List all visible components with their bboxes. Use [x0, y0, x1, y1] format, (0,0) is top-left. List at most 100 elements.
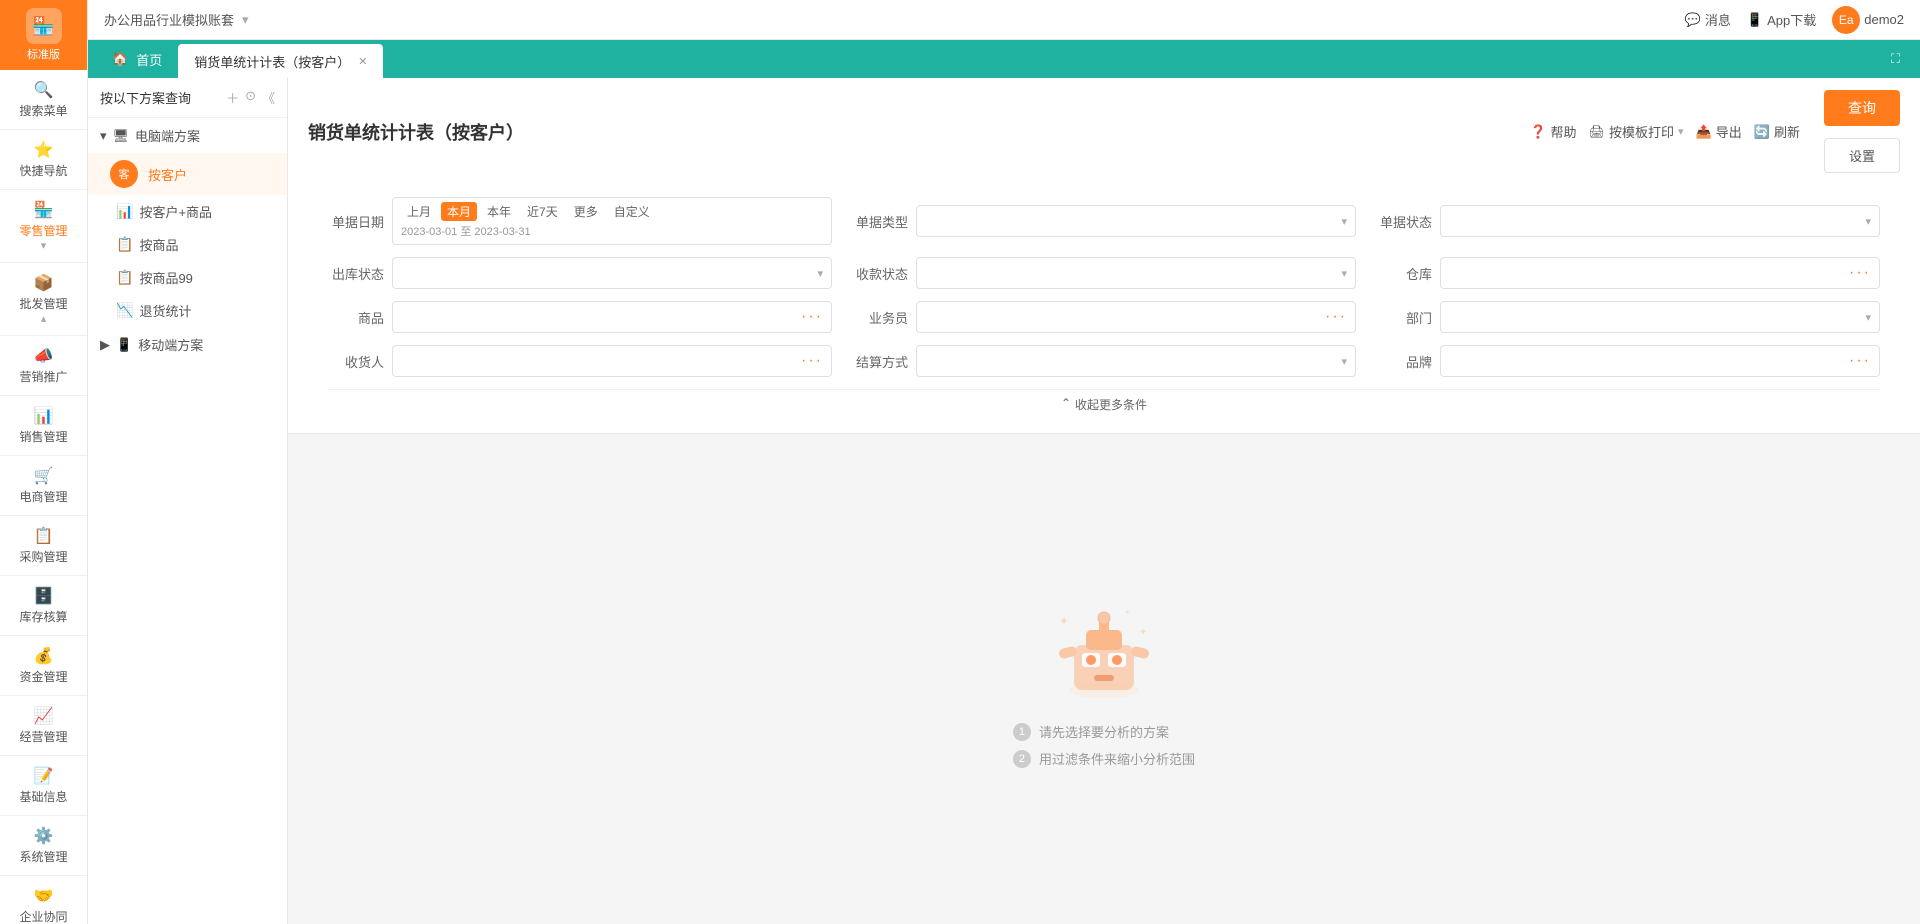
- product-dropdown-icon[interactable]: ▾: [242, 12, 249, 28]
- date-tab-this-year[interactable]: 本年: [481, 202, 517, 221]
- empty-hints: 1 请先选择要分析的方案 2 用过滤条件来缩小分析范围: [1013, 722, 1195, 768]
- product-icon: 📋: [116, 236, 133, 253]
- collapse-button[interactable]: ⌃ 收起更多条件: [328, 389, 1880, 419]
- scheme-item-by-customer-label: 按客户: [148, 165, 187, 184]
- message-label: 消息: [1705, 10, 1731, 29]
- sidebar-marketing-label: 营销推广: [19, 368, 67, 385]
- message-button[interactable]: 💬 消息: [1685, 10, 1731, 29]
- settings-button[interactable]: 设置: [1824, 138, 1900, 173]
- sidebar-item-finance[interactable]: 💰 资金管理: [0, 636, 87, 696]
- export-button[interactable]: 📤 导出: [1696, 122, 1742, 141]
- product-select[interactable]: ···: [392, 301, 832, 333]
- date-tab-more[interactable]: 更多: [568, 202, 604, 221]
- sidebar-item-basic[interactable]: 📝 基础信息: [0, 756, 87, 816]
- chevron-down-icon: ▾: [100, 128, 107, 144]
- brand-label: 品牌: [1376, 352, 1432, 371]
- date-tab-custom[interactable]: 自定义: [608, 202, 656, 221]
- sidebar-item-retail[interactable]: 🏪 零售管理 ▾: [0, 190, 87, 263]
- logo-text: 标准版: [27, 46, 60, 62]
- sidebar-item-system[interactable]: ⚙️ 系统管理: [0, 816, 87, 876]
- page-content: 按以下方案查询 ＋ ⊙ 《 ▾ 🖥 电脑端方案 客 按客户 📊: [88, 78, 1920, 924]
- scheme-group-mobile-title[interactable]: ▶ 📱 移动端方案: [88, 327, 287, 362]
- system-icon: ⚙️: [34, 826, 54, 846]
- sidebar-item-inventory[interactable]: 🗄️ 库存核算: [0, 576, 87, 636]
- sidebar-item-enterprise[interactable]: 🤝 企业协同: [0, 876, 87, 924]
- brand-select[interactable]: ···: [1440, 345, 1880, 377]
- mobile-icon: 📱: [116, 337, 132, 353]
- scheme-item-by-product99[interactable]: 📋 按商品99: [88, 261, 287, 294]
- doc-type-select[interactable]: ▾: [916, 205, 1356, 237]
- filter-row-1: 单据日期 上月 本月 本年 近7天 更多 自定义 20: [328, 197, 1880, 245]
- doc-type-arrow-icon: ▾: [1341, 215, 1347, 228]
- scheme-group-desktop-title[interactable]: ▾ 🖥 电脑端方案: [88, 118, 287, 153]
- scheme-header-title: 按以下方案查询: [100, 88, 191, 107]
- tab-close-icon[interactable]: ✕: [358, 55, 367, 68]
- sidebar-basic-label: 基础信息: [19, 788, 67, 805]
- refresh-label: 刷新: [1774, 122, 1800, 141]
- scheme-settings-icon[interactable]: ⊙: [245, 88, 256, 107]
- empty-hint-1: 1 请先选择要分析的方案: [1013, 722, 1195, 741]
- hint-text-1: 请先选择要分析的方案: [1039, 722, 1169, 741]
- settlement-select[interactable]: ▾: [916, 345, 1356, 377]
- staff-dots-icon: ···: [1325, 308, 1347, 326]
- scheme-item-by-customer-product-label: 按客户+商品: [139, 202, 212, 221]
- maximize-button[interactable]: ⛶: [1879, 40, 1912, 78]
- scheme-item-by-customer[interactable]: 客 按客户: [88, 153, 287, 195]
- scheme-collapse-icon[interactable]: 《: [262, 88, 275, 107]
- scheme-item-by-customer-product[interactable]: 📊 按客户+商品: [88, 195, 287, 228]
- settlement-arrow-icon: ▾: [1341, 355, 1347, 368]
- date-tab-last-month[interactable]: 上月: [401, 202, 437, 221]
- tab-sales-stat[interactable]: 销货单统计计表（按客户） ✕: [178, 44, 383, 78]
- svg-text:✦: ✦: [1059, 614, 1069, 628]
- date-tab-this-month[interactable]: 本月: [441, 202, 477, 221]
- tab-sales-stat-label: 销货单统计计表（按客户）: [194, 52, 350, 71]
- scheme-header-icons: ＋ ⊙ 《: [226, 88, 275, 107]
- sidebar-item-marketing[interactable]: 📣 营销推广: [0, 336, 87, 396]
- sidebar-item-wholesale[interactable]: 📦 批发管理 ▴: [0, 263, 87, 336]
- sidebar-item-purchase[interactable]: 📋 采购管理: [0, 516, 87, 576]
- receipt-status-label: 收款状态: [852, 264, 908, 283]
- tab-home[interactable]: 🏠 首页: [96, 40, 178, 78]
- hint-num-2: 2: [1013, 750, 1031, 768]
- doc-type-label: 单据类型: [852, 212, 908, 231]
- scheme-item-by-product[interactable]: 📋 按商品: [88, 228, 287, 261]
- scheme-add-icon[interactable]: ＋: [226, 88, 239, 107]
- out-status-arrow-icon: ▾: [817, 267, 823, 280]
- star-icon: ⭐: [34, 140, 54, 160]
- topbar: 办公用品行业模拟账套 ▾ 💬 消息 📱 App下载 Ea demo2: [88, 0, 1920, 40]
- receipt-status-select[interactable]: ▾: [916, 257, 1356, 289]
- consignee-select[interactable]: ···: [392, 345, 832, 377]
- help-button[interactable]: ❓ 帮助: [1530, 122, 1576, 141]
- sidebar-item-ecommerce[interactable]: 🛒 电商管理: [0, 456, 87, 516]
- staff-select[interactable]: ···: [916, 301, 1356, 333]
- filter-area: 单据日期 上月 本月 本年 近7天 更多 自定义 20: [308, 183, 1900, 433]
- sidebar-finance-label: 资金管理: [19, 668, 67, 685]
- user-area[interactable]: Ea demo2: [1832, 6, 1904, 34]
- dept-select[interactable]: ▾: [1440, 301, 1880, 333]
- template-print-button[interactable]: 🖨 按模板打印 ▾: [1589, 122, 1684, 141]
- sidebar-shortcut[interactable]: ⭐ 快捷导航: [0, 130, 87, 190]
- date-filter-control[interactable]: 上月 本月 本年 近7天 更多 自定义 2023-03-01 至 2023-03…: [392, 197, 832, 245]
- search-button[interactable]: 查询: [1824, 90, 1900, 126]
- refresh-button[interactable]: 🔄 刷新: [1754, 122, 1800, 141]
- hint-text-2: 用过滤条件来缩小分析范围: [1039, 749, 1195, 768]
- warehouse-select[interactable]: ···: [1440, 257, 1880, 289]
- maximize-icon: ⛶: [1891, 51, 1900, 67]
- date-tab-7days[interactable]: 近7天: [521, 202, 564, 221]
- sidebar-search[interactable]: 🔍 搜索菜单: [0, 70, 87, 130]
- doc-status-select[interactable]: ▾: [1440, 205, 1880, 237]
- app-download-button[interactable]: 📱 App下载: [1747, 10, 1816, 29]
- purchase-icon: 📋: [34, 526, 54, 546]
- customer-avatar-dot: 客: [110, 160, 138, 188]
- sidebar-item-sales[interactable]: 📊 销售管理: [0, 396, 87, 456]
- filter-product: 商品 ···: [328, 301, 832, 333]
- chevron-up-icon: ▴: [41, 312, 47, 325]
- sidebar-item-operation[interactable]: 📈 经营管理: [0, 696, 87, 756]
- page-header: 销货单统计计表（按客户） ❓ 帮助 🖨 按模板打印 ▾ 📤: [288, 78, 1920, 434]
- scheme-item-return-stat[interactable]: 📉 退货统计: [88, 294, 287, 327]
- page-header-top: 销货单统计计表（按客户） ❓ 帮助 🖨 按模板打印 ▾ 📤: [308, 90, 1900, 183]
- out-status-select[interactable]: ▾: [392, 257, 832, 289]
- app-download-label: App下载: [1767, 10, 1816, 29]
- filter-receipt-status: 收款状态 ▾: [852, 257, 1356, 289]
- doc-status-label: 单据状态: [1376, 212, 1432, 231]
